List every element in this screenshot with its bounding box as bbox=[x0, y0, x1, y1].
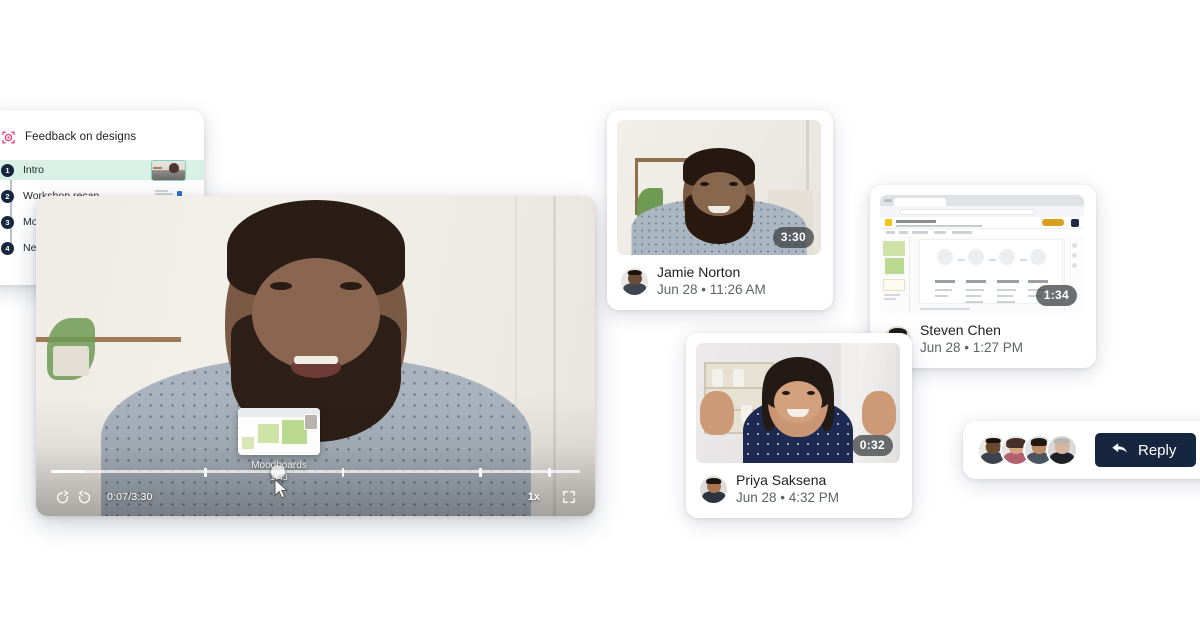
card-video-thumbnail[interactable]: 0:32 bbox=[696, 343, 900, 463]
feedback-logo-icon bbox=[0, 129, 17, 146]
avatar bbox=[700, 475, 727, 503]
chapter-marker[interactable] bbox=[341, 467, 345, 477]
reply-button-label: Reply bbox=[1138, 441, 1177, 459]
card-text: Priya Saksena Jun 28 • 4:32 PM bbox=[736, 472, 839, 506]
screenshot-stage: Feedback on designs 1 Intro 2 Workshop r… bbox=[0, 0, 1200, 628]
card-author-name: Jamie Norton bbox=[657, 264, 741, 280]
time-display: 0:07/3:30 bbox=[107, 491, 153, 503]
card-footer: Jamie Norton Jun 28 • 11:26 AM bbox=[617, 255, 823, 298]
chapter-label: Intro bbox=[23, 164, 45, 176]
duration-badge: 1:34 bbox=[1035, 285, 1077, 306]
card-footer: Priya Saksena Jun 28 • 4:32 PM bbox=[696, 463, 902, 506]
scrubber-preview-tooltip: Moodboards 1:43 bbox=[238, 408, 320, 482]
response-card-jamie-norton[interactable]: 3:30 Jamie Norton Jun 28 • 11:26 AM bbox=[607, 110, 833, 311]
card-video-thumbnail[interactable]: 3:30 bbox=[617, 120, 821, 255]
participant-avatar-stack[interactable] bbox=[977, 434, 1078, 466]
avatar bbox=[621, 267, 648, 295]
chapter-number: 2 bbox=[1, 189, 14, 203]
chapter-marker[interactable] bbox=[204, 467, 207, 477]
response-card-priya-saksena[interactable]: 0:32 Priya Saksena Jun 28 • 4:32 PM bbox=[686, 333, 912, 519]
chapter-number: 1 bbox=[1, 163, 14, 177]
card-timestamp: Jun 28 • 4:32 PM bbox=[736, 489, 840, 505]
chapters-header: Feedback on designs bbox=[0, 126, 204, 148]
card-text: Steven Chen Jun 28 • 1:27 PM bbox=[920, 322, 1023, 356]
chapter-item-intro[interactable]: 1 Intro bbox=[0, 160, 204, 181]
card-text: Jamie Norton Jun 28 • 11:26 AM bbox=[657, 264, 766, 298]
rewind-10-icon[interactable] bbox=[51, 486, 73, 508]
chapter-marker[interactable] bbox=[548, 467, 551, 477]
reply-arrow-icon bbox=[1111, 441, 1129, 459]
avatar bbox=[1046, 434, 1078, 466]
player-control-row: 0:07/3:30 1x bbox=[51, 484, 580, 510]
player-right-controls: 1x bbox=[528, 486, 580, 508]
reply-bar: Reply bbox=[963, 421, 1200, 479]
mouse-pointer-icon bbox=[273, 478, 290, 505]
chapter-marker[interactable] bbox=[479, 467, 482, 477]
scrubber-preview-title: Moodboards bbox=[251, 460, 307, 471]
duration-badge: 0:32 bbox=[851, 435, 893, 456]
card-author-name: Priya Saksena bbox=[736, 472, 827, 488]
fullscreen-icon[interactable] bbox=[558, 486, 580, 508]
forward-10-icon[interactable] bbox=[73, 486, 95, 508]
chapter-number: 3 bbox=[1, 215, 14, 229]
chapter-number: 4 bbox=[1, 241, 14, 255]
chapter-thumbnail bbox=[151, 160, 186, 181]
card-author-name: Steven Chen bbox=[920, 322, 1001, 338]
card-timestamp: Jun 28 • 1:27 PM bbox=[920, 339, 1024, 355]
reply-button[interactable]: Reply bbox=[1095, 433, 1197, 467]
chapters-title: Feedback on designs bbox=[25, 131, 137, 143]
playback-speed-button[interactable]: 1x bbox=[528, 491, 540, 503]
scrubber-progress bbox=[51, 470, 86, 473]
scrubber-preview-thumbnail bbox=[238, 408, 320, 455]
card-timestamp: Jun 28 • 11:26 AM bbox=[657, 281, 766, 297]
chapter-connector-line bbox=[10, 172, 12, 244]
card-video-thumbnail[interactable]: 1:34 bbox=[880, 195, 1084, 313]
duration-badge: 3:30 bbox=[772, 227, 814, 248]
